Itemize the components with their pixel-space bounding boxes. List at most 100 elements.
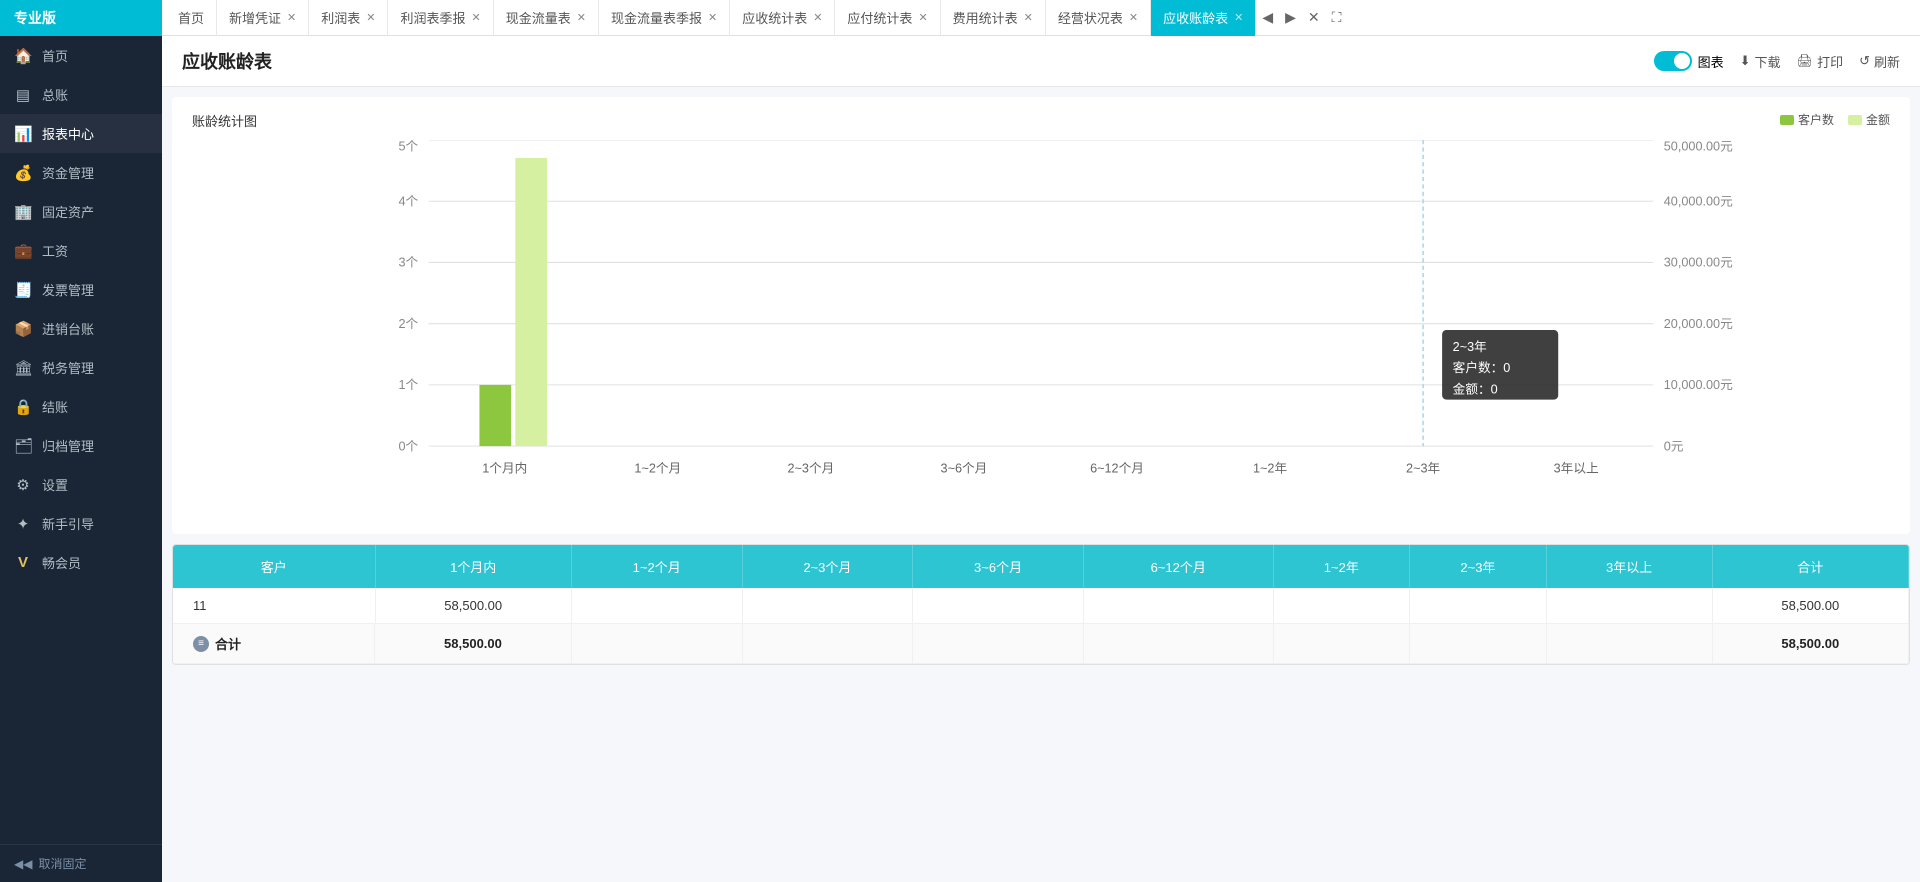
- download-label: 下载: [1755, 52, 1781, 71]
- tab-label: 费用统计表: [953, 8, 1018, 27]
- svg-text:1个月内: 1个月内: [482, 462, 527, 476]
- col-m12: 1~2个月: [571, 545, 742, 588]
- payroll-icon: 💼: [14, 242, 32, 260]
- tab-close-all-button[interactable]: ✕: [1302, 0, 1326, 36]
- chart-title: 账龄统计图: [192, 111, 1890, 130]
- tab-label: 现金流量表季报: [611, 8, 702, 27]
- col-m1: 1个月内: [375, 545, 571, 588]
- total-label-text: 合计: [215, 634, 241, 653]
- download-button[interactable]: ⬇ 下载: [1740, 52, 1781, 71]
- sidebar-item-label: 设置: [42, 475, 68, 494]
- sidebar-item-vip[interactable]: V 畅会员: [0, 543, 162, 582]
- print-icon: 🖨: [1797, 53, 1814, 69]
- tab-expense[interactable]: 费用统计表 ✕: [941, 0, 1046, 36]
- tab-voucher[interactable]: 新增凭证 ✕: [217, 0, 309, 36]
- sidebar-item-label: 结账: [42, 397, 68, 416]
- svg-text:0元: 0元: [1664, 439, 1684, 453]
- archive-icon: 🗂: [14, 437, 32, 455]
- cell-m612: [1083, 588, 1273, 624]
- tab-close-icon[interactable]: ✕: [708, 11, 717, 24]
- chart-toggle[interactable]: 图表: [1654, 51, 1724, 71]
- sidebar-item-close[interactable]: 🔒 结账: [0, 387, 162, 426]
- svg-text:0个: 0个: [399, 439, 419, 453]
- tab-business[interactable]: 经营状况表 ✕: [1046, 0, 1151, 36]
- tab-close-icon[interactable]: ✕: [577, 11, 586, 24]
- sidebar-item-label: 新手引导: [42, 514, 94, 533]
- col-total: 合计: [1712, 545, 1908, 588]
- sidebar-item-sales[interactable]: 📦 进销台账: [0, 309, 162, 348]
- tab-label: 首页: [178, 8, 204, 27]
- tab-label: 应付统计表: [847, 8, 912, 27]
- invoice-icon: 🧾: [14, 281, 32, 299]
- unpin-button[interactable]: ◀◀ 取消固定: [0, 844, 162, 882]
- sales-icon: 📦: [14, 320, 32, 338]
- main-area: 首页 新增凭证 ✕ 利润表 ✕ 利润表季报 ✕ 现金流量表 ✕ 现金流量表季报 …: [162, 0, 1920, 882]
- chart-area: 账龄统计图 客户数 金额: [172, 97, 1910, 534]
- sidebar-item-label: 进销台账: [42, 319, 94, 338]
- data-table: 客户 1个月内 1~2个月 2~3个月 3~6个月 6~12个月 1~2年 2~…: [173, 545, 1909, 664]
- tab-cashflow[interactable]: 现金流量表 ✕: [494, 0, 599, 36]
- tab-ap-stats[interactable]: 应付统计表 ✕: [835, 0, 940, 36]
- svg-text:2~3年: 2~3年: [1406, 462, 1440, 476]
- tab-ar-aging[interactable]: 应收账龄表 ✕: [1151, 0, 1256, 36]
- svg-text:金额：0: 金额：0: [1453, 381, 1498, 396]
- tab-close-icon[interactable]: ✕: [918, 11, 927, 24]
- cell-y3plus: [1546, 588, 1712, 624]
- tab-ar-stats[interactable]: 应收统计表 ✕: [730, 0, 835, 36]
- svg-text:50,000.00元: 50,000.00元: [1664, 140, 1733, 154]
- svg-text:1~2年: 1~2年: [1253, 462, 1287, 476]
- cell-total-m1: 58,500.00: [375, 624, 571, 664]
- tab-bar: 首页 新增凭证 ✕ 利润表 ✕ 利润表季报 ✕ 现金流量表 ✕ 现金流量表季报 …: [162, 0, 1920, 36]
- ledger-icon: ▤: [14, 86, 32, 104]
- sidebar-item-report[interactable]: 📊 报表中心: [0, 114, 162, 153]
- sidebar-item-tax[interactable]: 🏛 税务管理: [0, 348, 162, 387]
- tab-label: 利润表季报: [400, 8, 465, 27]
- tab-home[interactable]: 首页: [166, 0, 217, 36]
- tab-close-icon[interactable]: ✕: [813, 11, 822, 24]
- tab-label: 应收统计表: [742, 8, 807, 27]
- fund-icon: 💰: [14, 164, 32, 182]
- toggle-track[interactable]: [1654, 51, 1692, 71]
- unpin-icon: ◀◀: [14, 857, 32, 871]
- sidebar-item-archive[interactable]: 🗂 归档管理: [0, 426, 162, 465]
- print-button[interactable]: 🖨 打印: [1797, 52, 1844, 71]
- tab-profit-quarterly[interactable]: 利润表季报 ✕: [388, 0, 493, 36]
- tab-prev-button[interactable]: ◀: [1256, 0, 1279, 36]
- toggle-thumb: [1674, 53, 1690, 69]
- tab-profit[interactable]: 利润表 ✕: [309, 0, 388, 36]
- sidebar-item-label: 固定资产: [42, 202, 94, 221]
- svg-text:1~2个月: 1~2个月: [634, 462, 681, 476]
- sidebar-item-label: 报表中心: [42, 124, 94, 143]
- unpin-label: 取消固定: [38, 855, 86, 872]
- sidebar-item-guide[interactable]: ✦ 新手引导: [0, 504, 162, 543]
- tab-maximize-button[interactable]: ⛶: [1326, 0, 1348, 36]
- cell-m23: [742, 588, 913, 624]
- cell-total-y3plus: [1546, 624, 1712, 664]
- sidebar-item-ledger[interactable]: ▤ 总账: [0, 75, 162, 114]
- tab-close-icon[interactable]: ✕: [1129, 11, 1138, 24]
- sidebar-item-fund[interactable]: 💰 资金管理: [0, 153, 162, 192]
- sidebar: 专业版 🏠 首页 ▤ 总账 📊 报表中心 💰 资金管理 🏢 固定资产 💼 工资 …: [0, 0, 162, 882]
- tab-close-icon[interactable]: ✕: [1024, 11, 1033, 24]
- tab-close-icon[interactable]: ✕: [472, 11, 481, 24]
- tab-close-icon[interactable]: ✕: [366, 11, 375, 24]
- refresh-button[interactable]: ↺ 刷新: [1859, 52, 1900, 71]
- svg-text:2~3个月: 2~3个月: [787, 462, 834, 476]
- cell-m12: [571, 588, 742, 624]
- svg-text:2个: 2个: [399, 317, 419, 331]
- sidebar-item-invoice[interactable]: 🧾 发票管理: [0, 270, 162, 309]
- tab-close-icon[interactable]: ✕: [287, 11, 296, 24]
- col-y12: 1~2年: [1273, 545, 1410, 588]
- tab-next-button[interactable]: ▶: [1279, 0, 1302, 36]
- svg-text:3个: 3个: [399, 256, 419, 270]
- sidebar-item-home[interactable]: 🏠 首页: [0, 36, 162, 75]
- sidebar-item-label: 畅会员: [42, 553, 81, 572]
- tab-close-icon[interactable]: ✕: [1234, 11, 1243, 24]
- download-icon: ⬇: [1740, 53, 1751, 69]
- vip-icon: V: [14, 554, 32, 571]
- svg-text:3年以上: 3年以上: [1554, 462, 1599, 476]
- sidebar-item-asset[interactable]: 🏢 固定资产: [0, 192, 162, 231]
- sidebar-item-settings[interactable]: ⚙ 设置: [0, 465, 162, 504]
- tab-cashflow-quarterly[interactable]: 现金流量表季报 ✕: [599, 0, 730, 36]
- sidebar-item-payroll[interactable]: 💼 工资: [0, 231, 162, 270]
